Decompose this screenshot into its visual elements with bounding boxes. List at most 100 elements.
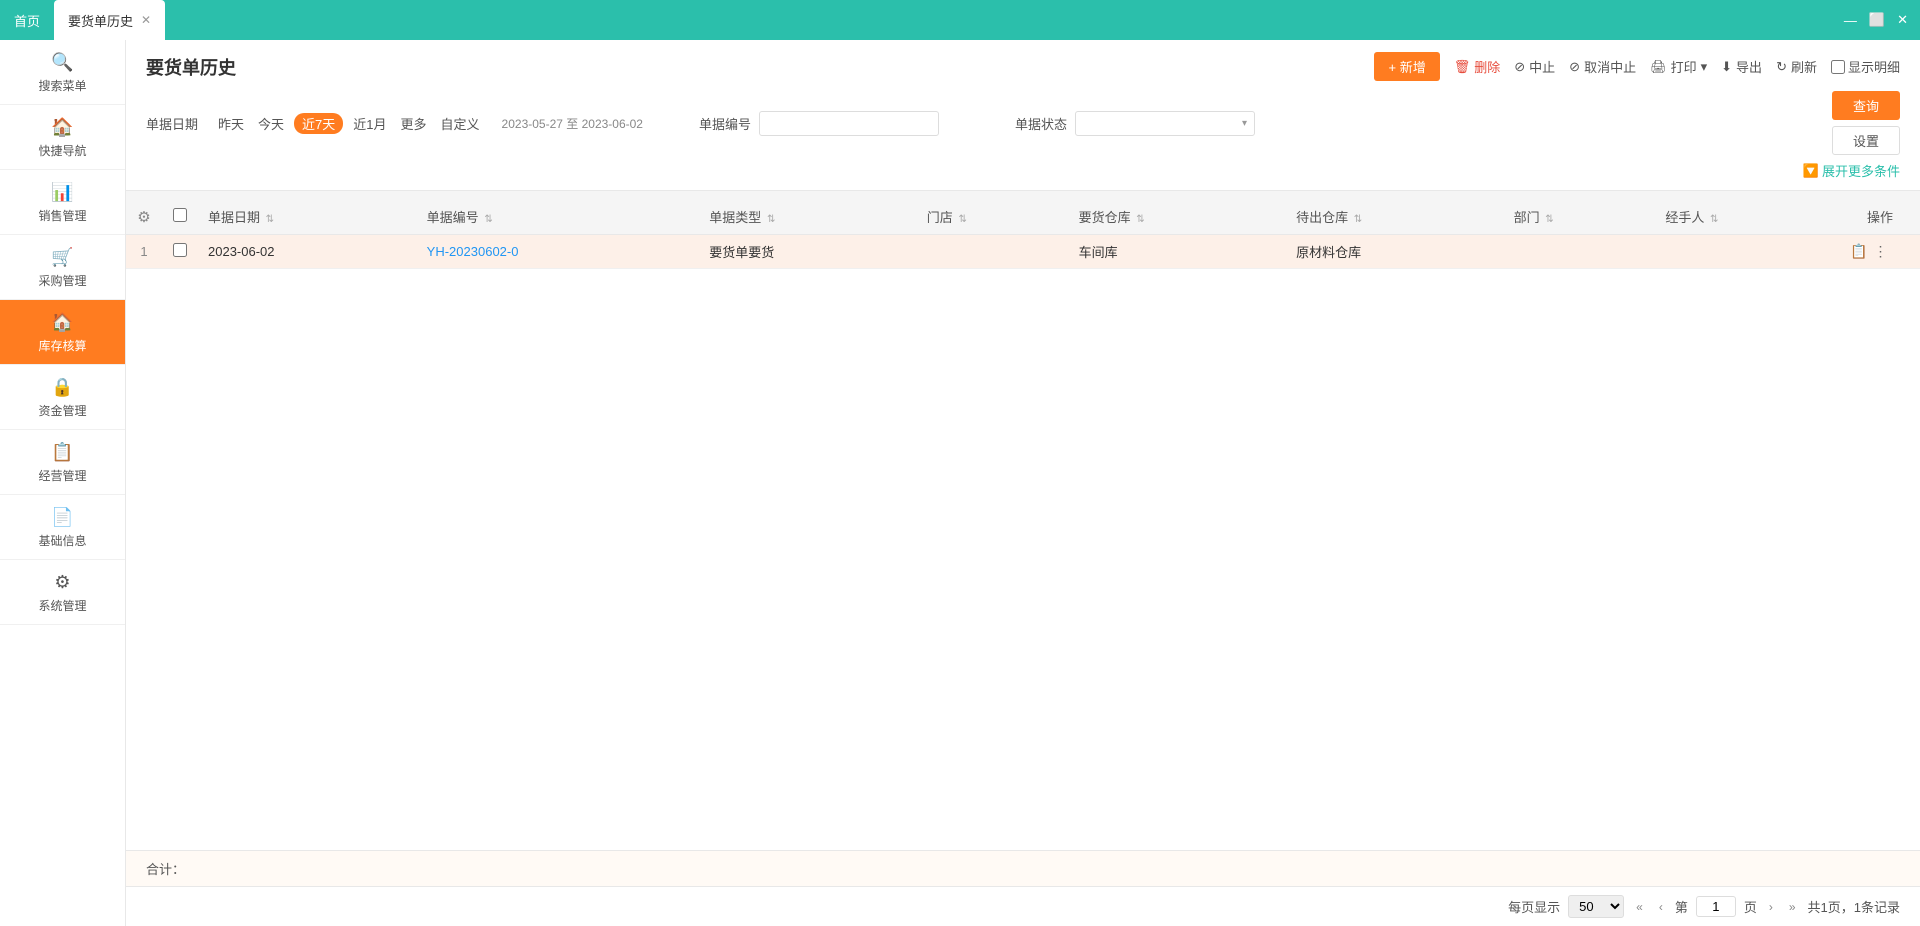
maximize-icon[interactable]: ⬜ bbox=[1869, 12, 1885, 28]
gear-icon: ⚙ bbox=[54, 572, 70, 593]
sidebar-item-shortcut[interactable]: 🏠 快捷导航 bbox=[0, 105, 125, 170]
col-store: 门店 ⇅ bbox=[917, 199, 1069, 235]
chevron-down-expand-icon: 🔽 bbox=[1803, 163, 1819, 179]
query-button[interactable]: 查询 bbox=[1832, 91, 1900, 120]
sidebar: 🔍 搜索菜单 🏠 快捷导航 📊 销售管理 🛒 采购管理 🏠 库存核算 🔒 资金管… bbox=[0, 40, 126, 926]
sort-handler-icon[interactable]: ⇅ bbox=[1710, 214, 1718, 225]
bill-status-label: 单据状态 bbox=[1015, 114, 1067, 133]
filter-row: 单据日期 昨天 今天 近7天 近1月 更多 自定义 2023-05-27 至 2… bbox=[146, 91, 1900, 155]
close-icon[interactable]: ✕ bbox=[1897, 12, 1908, 28]
shortcut-more[interactable]: 更多 bbox=[397, 113, 431, 134]
sidebar-item-system[interactable]: ⚙ 系统管理 bbox=[0, 560, 125, 625]
sidebar-item-search[interactable]: 🔍 搜索菜单 bbox=[0, 40, 125, 105]
row-more-icon[interactable]: ⋮ bbox=[1873, 243, 1887, 260]
home-icon: 🏠 bbox=[51, 117, 73, 138]
first-page-btn[interactable]: « bbox=[1632, 898, 1647, 916]
page-title-row: 要货单历史 + 新增 🗑 删除 ⊘ 中止 ⊘ 取消中止 bbox=[146, 52, 1900, 81]
sidebar-label-sales: 销售管理 bbox=[38, 207, 86, 224]
sort-pending-warehouse-icon[interactable]: ⇅ bbox=[1354, 214, 1362, 225]
bill-number-input[interactable] bbox=[759, 111, 939, 136]
cart-icon: 🛒 bbox=[51, 247, 73, 268]
col-number: 单据编号 ⇅ bbox=[417, 199, 700, 235]
sidebar-item-sales[interactable]: 📊 销售管理 bbox=[0, 170, 125, 235]
sidebar-label-finance: 资金管理 bbox=[38, 402, 86, 419]
stop-button[interactable]: ⊘ 中止 bbox=[1514, 57, 1555, 76]
delete-button[interactable]: 🗑 删除 bbox=[1454, 57, 1501, 76]
shortcut-1month[interactable]: 近1月 bbox=[349, 113, 390, 134]
total-info: 共1页，1条记录 bbox=[1808, 897, 1900, 916]
last-page-btn[interactable]: » bbox=[1785, 898, 1800, 916]
bill-status-select[interactable] bbox=[1075, 111, 1255, 136]
bill-status-field: 单据状态 ▾ bbox=[1015, 111, 1255, 136]
cancel-stop-icon: ⊘ bbox=[1569, 59, 1580, 75]
shortcut-7days[interactable]: 近7天 bbox=[294, 113, 343, 134]
current-page-input[interactable] bbox=[1696, 896, 1736, 917]
print-button[interactable]: 🖨 打印 ▾ bbox=[1650, 57, 1707, 76]
display-detail-button[interactable]: 显示明细 bbox=[1831, 57, 1900, 76]
sidebar-label-purchase: 采购管理 bbox=[38, 272, 86, 289]
row-dept bbox=[1504, 235, 1656, 269]
table-footer: 合计： bbox=[126, 850, 1920, 886]
page-header: 要货单历史 + 新增 🗑 删除 ⊘ 中止 ⊘ 取消中止 bbox=[126, 40, 1920, 191]
col-dept: 部门 ⇅ bbox=[1504, 199, 1656, 235]
shortcut-custom[interactable]: 自定义 bbox=[437, 113, 484, 134]
row-edit-icon[interactable]: 📋 bbox=[1850, 243, 1867, 260]
sidebar-item-inventory[interactable]: 🏠 库存核算 bbox=[0, 300, 125, 365]
tab-close-icon[interactable]: ✕ bbox=[141, 13, 151, 27]
per-page-select[interactable]: 50 10 20 100 bbox=[1568, 895, 1624, 918]
new-button[interactable]: + 新增 bbox=[1374, 52, 1439, 81]
expand-more-button[interactable]: 🔽 展开更多条件 bbox=[1803, 161, 1900, 180]
next-page-btn[interactable]: › bbox=[1765, 898, 1777, 916]
col-settings: ⚙ bbox=[126, 199, 162, 235]
sidebar-label-system: 系统管理 bbox=[38, 597, 86, 614]
sort-store-icon[interactable]: ⇅ bbox=[958, 214, 966, 225]
row-number-link[interactable]: YH-20230602-0 bbox=[427, 244, 519, 259]
cancel-stop-button[interactable]: ⊘ 取消中止 bbox=[1569, 57, 1636, 76]
date-range-display: 2023-05-27 至 2023-06-02 bbox=[502, 115, 643, 132]
sidebar-item-operations[interactable]: 📋 经营管理 bbox=[0, 430, 125, 495]
sort-dept-icon[interactable]: ⇅ bbox=[1545, 214, 1553, 225]
date-shortcuts: 昨天 今天 近7天 近1月 更多 自定义 bbox=[214, 113, 484, 134]
row-pending-warehouse: 原材料仓库 bbox=[1286, 235, 1504, 269]
sidebar-item-basic-info[interactable]: 📄 基础信息 bbox=[0, 495, 125, 560]
col-settings-gear-icon[interactable]: ⚙ bbox=[137, 209, 150, 226]
main-table: ⚙ 单据日期 ⇅ 单据编号 ⇅ bbox=[126, 199, 1920, 269]
search-icon: 🔍 bbox=[51, 52, 73, 73]
sidebar-item-purchase[interactable]: 🛒 采购管理 bbox=[0, 235, 125, 300]
col-type: 单据类型 ⇅ bbox=[699, 199, 917, 235]
display-detail-checkbox[interactable] bbox=[1831, 60, 1845, 74]
document-icon: 📄 bbox=[51, 507, 73, 528]
sort-type-icon[interactable]: ⇅ bbox=[767, 214, 775, 225]
setting-button[interactable]: 设置 bbox=[1832, 126, 1900, 155]
export-button[interactable]: ⬇ 导出 bbox=[1721, 57, 1762, 76]
row-number: YH-20230602-0 bbox=[417, 235, 700, 269]
chart-icon: 📊 bbox=[51, 182, 73, 203]
row-operations: 📋 ⋮ bbox=[1840, 235, 1920, 269]
shortcut-yesterday[interactable]: 昨天 bbox=[214, 113, 248, 134]
inventory-icon: 🏠 bbox=[51, 312, 73, 333]
sort-date-icon[interactable]: ⇅ bbox=[266, 214, 274, 225]
delete-icon: 🗑 bbox=[1454, 59, 1471, 75]
shortcut-today[interactable]: 今天 bbox=[254, 113, 288, 134]
prev-page-btn[interactable]: ‹ bbox=[1655, 898, 1667, 916]
content-area: 要货单历史 + 新增 🗑 删除 ⊘ 中止 ⊘ 取消中止 bbox=[126, 40, 1920, 926]
table-header-row: ⚙ 单据日期 ⇅ 单据编号 ⇅ bbox=[126, 199, 1920, 235]
summary-label: 合计： bbox=[146, 862, 185, 877]
col-operations: 操作 bbox=[1840, 199, 1920, 235]
bill-number-field: 单据编号 bbox=[699, 111, 939, 136]
filter-row-expand: 🔽 展开更多条件 bbox=[146, 161, 1900, 180]
row-checkbox[interactable] bbox=[173, 243, 187, 257]
row-req-warehouse: 车间库 bbox=[1069, 235, 1287, 269]
date-filter-label: 单据日期 bbox=[146, 114, 198, 133]
minimize-icon[interactable]: — bbox=[1844, 13, 1857, 28]
tab-requisition-history[interactable]: 要货单历史 ✕ bbox=[54, 0, 165, 40]
sidebar-item-finance[interactable]: 🔒 资金管理 bbox=[0, 365, 125, 430]
print-icon: 🖨 bbox=[1650, 59, 1667, 75]
sort-req-warehouse-icon[interactable]: ⇅ bbox=[1136, 214, 1144, 225]
refresh-button[interactable]: ↻ 刷新 bbox=[1776, 57, 1817, 76]
select-all-checkbox[interactable] bbox=[173, 208, 187, 222]
toolbar: + 新增 🗑 删除 ⊘ 中止 ⊘ 取消中止 🖨 打 bbox=[1374, 52, 1900, 81]
export-icon: ⬇ bbox=[1721, 59, 1732, 75]
tab-home[interactable]: 首页 bbox=[0, 0, 54, 40]
sort-number-icon[interactable]: ⇅ bbox=[484, 214, 492, 225]
